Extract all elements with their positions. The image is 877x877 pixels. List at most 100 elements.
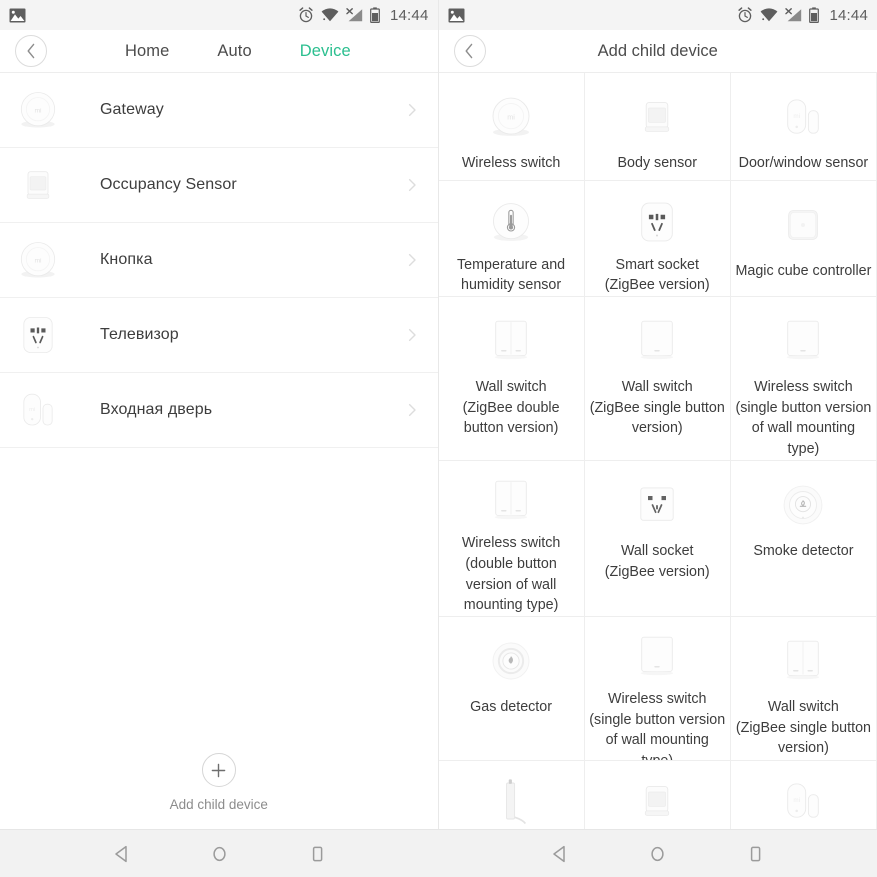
chevron-right-icon [408, 253, 416, 267]
home-circle-icon[interactable] [647, 843, 669, 865]
device-type-cell[interactable]: Wall socket (ZigBee version) [584, 461, 731, 617]
device-thumbnail: mi [0, 373, 76, 448]
recents-square-icon[interactable] [306, 843, 328, 865]
curtain-motor-icon [506, 779, 527, 825]
smoke-detector-icon [784, 485, 823, 525]
device-type-cell[interactable] [438, 761, 585, 831]
device-thumbnail: mi [0, 73, 76, 148]
home-circle-icon[interactable] [208, 843, 230, 865]
device-type-icon-slot [484, 774, 538, 828]
svg-text:mi: mi [34, 108, 42, 115]
recents-square-icon[interactable] [745, 843, 767, 865]
device-list-item-label: Gateway [100, 101, 164, 118]
device-type-cell[interactable]: mi [730, 761, 877, 831]
chevron-right-icon [408, 178, 416, 192]
device-list-item[interactable]: Occupancy Sensor [0, 148, 438, 223]
back-triangle-icon[interactable] [549, 843, 571, 865]
device-type-icon-slot [630, 630, 684, 684]
device-type-cell[interactable]: Smoke detector [730, 461, 877, 617]
device-type-cell[interactable]: Wireless switch (single button version o… [584, 617, 731, 761]
svg-text:mi: mi [794, 113, 801, 120]
body-sensor-icon [645, 102, 670, 132]
tab-auto[interactable]: Auto [217, 42, 251, 61]
device-type-cell[interactable]: mi Door/window sensor [730, 73, 877, 181]
device-type-cell[interactable]: Body sensor [584, 73, 731, 181]
device-type-label: Magic cube controller [735, 263, 872, 279]
app-bar-right: Add child device [438, 30, 877, 73]
device-type-label: Wall switch (ZigBee single button versio… [589, 379, 725, 437]
device-type-cell[interactable]: Temperature and humidity sensor [438, 181, 585, 297]
device-thumbnail [0, 148, 76, 223]
device-type-icon-slot [630, 86, 684, 148]
phone-screenshot-pair: 14:44 Home Auto Device mi Gateway Occupa… [0, 0, 877, 877]
device-list-item-label: Телевизор [100, 326, 179, 343]
device-type-icon-slot [484, 194, 538, 250]
wifi-icon [761, 8, 778, 22]
device-list-item[interactable]: mi Кнопка [0, 223, 438, 298]
device-type-cell[interactable]: mi Wireless switch [438, 73, 585, 181]
wall-switch-double-icon [494, 480, 528, 520]
tab-device[interactable]: Device [300, 42, 351, 61]
tab-home[interactable]: Home [125, 42, 169, 61]
device-type-cell[interactable]: Wireless switch (double button version o… [438, 461, 585, 617]
device-list: mi Gateway Occupancy Sensor mi Кнопка Теле… [0, 73, 438, 877]
door-window-sensor-icon: mi [23, 393, 53, 426]
door-window-sensor-icon: mi [787, 99, 820, 134]
chevron-right-icon [408, 328, 416, 342]
android-nav-bar [0, 829, 877, 877]
status-bar-right: 14:44 [438, 0, 877, 30]
wall-switch-single-icon [787, 320, 820, 360]
device-type-icon-slot [630, 774, 684, 828]
device-type-cell[interactable]: Wall switch (ZigBee double button versio… [438, 297, 585, 461]
device-type-label: Wall socket (ZigBee version) [604, 543, 710, 580]
device-thumbnail [0, 298, 76, 373]
battery-icon [370, 7, 380, 23]
nav-buttons-left [0, 830, 439, 877]
device-type-label: Wall switch (ZigBee double button versio… [462, 379, 560, 437]
back-button-right[interactable] [453, 35, 486, 67]
device-type-cell[interactable]: Smart socket (ZigBee version) [584, 181, 731, 297]
status-time-left: 14:44 [389, 6, 429, 24]
device-type-icon-slot [630, 310, 684, 372]
status-right-icons-right: 14:44 [737, 7, 868, 24]
body-sensor-icon [26, 171, 50, 199]
device-type-label: Gas detector [470, 699, 552, 715]
chevron-right-icon [408, 403, 416, 417]
left-phone-pane: 14:44 Home Auto Device mi Gateway Occupa… [0, 0, 439, 877]
add-child-device-button[interactable]: Add child device [0, 753, 438, 812]
device-type-icon-slot: mi [484, 86, 538, 148]
device-type-icon-slot [776, 310, 830, 372]
wall-switch-single-icon [641, 636, 674, 676]
add-child-device-label: Add child device [169, 797, 268, 812]
magic-cube-icon [788, 210, 819, 240]
device-list-item[interactable]: Телевизор [0, 298, 438, 373]
device-type-cell[interactable]: Magic cube controller [730, 181, 877, 297]
device-type-cell[interactable]: Gas detector [438, 617, 585, 761]
status-time-right: 14:44 [829, 6, 868, 24]
device-type-cell[interactable] [584, 761, 731, 831]
image-icon [448, 8, 464, 22]
device-type-icon-slot [776, 630, 830, 692]
device-list-item[interactable]: mi Gateway [0, 73, 438, 148]
device-type-icon-slot [630, 474, 684, 536]
device-type-label: Temperature and humidity sensor [457, 256, 566, 294]
device-type-cell[interactable]: Wall switch (ZigBee single button versio… [730, 617, 877, 761]
back-button-left[interactable] [15, 35, 47, 67]
wall-switch-single-icon [641, 320, 674, 360]
svg-text:mi: mi [507, 113, 515, 122]
svg-text:mi: mi [34, 258, 42, 265]
device-type-icon-slot [484, 474, 538, 528]
plus-icon [211, 763, 226, 777]
device-type-label: Wireless switch (single button version o… [589, 691, 726, 760]
device-type-cell[interactable]: Wall switch (ZigBee single button versio… [584, 297, 731, 461]
chevron-left-icon [27, 43, 34, 59]
svg-text:mi: mi [794, 797, 801, 804]
status-right-icons: 14:44 [298, 7, 429, 24]
device-list-item[interactable]: mi Входная дверь [0, 373, 438, 448]
device-list-item-label: Occupancy Sensor [100, 176, 237, 193]
svg-text:mi: mi [29, 407, 35, 413]
device-type-cell[interactable]: Wireless switch (single button version o… [730, 297, 877, 461]
device-type-label: Wireless switch [461, 155, 561, 171]
app-bar-left: Home Auto Device [0, 30, 438, 73]
back-triangle-icon[interactable] [110, 843, 132, 865]
